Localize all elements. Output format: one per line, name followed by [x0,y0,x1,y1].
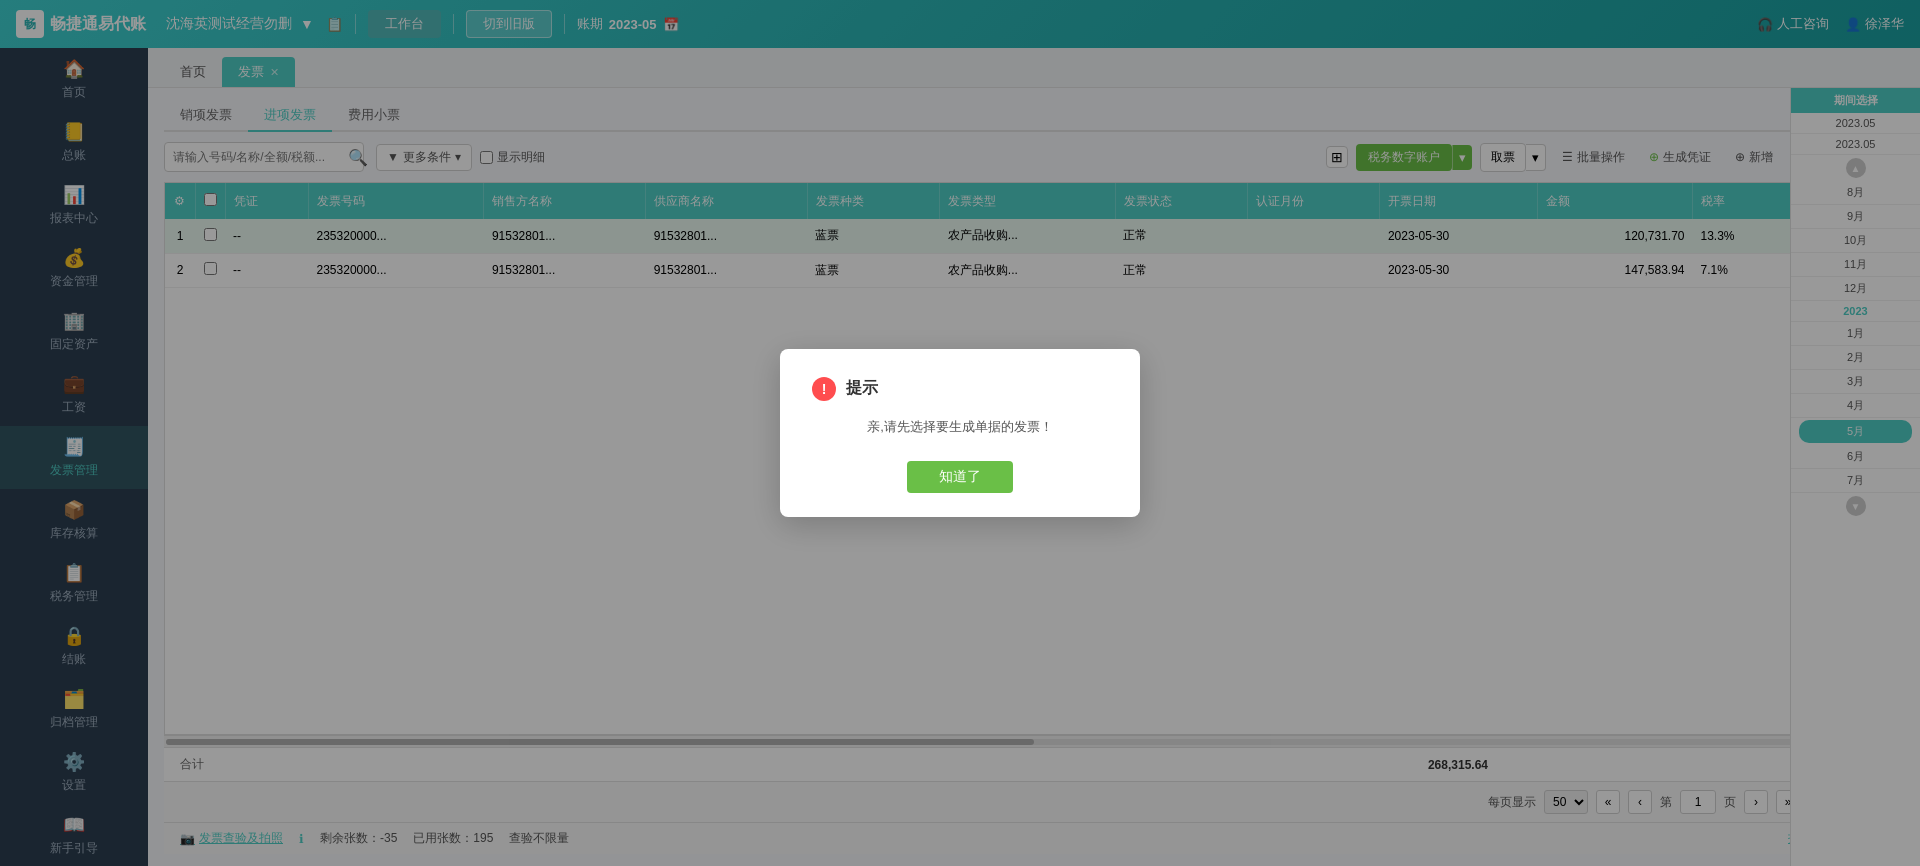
modal-dialog: ! 提示 亲,请先选择要生成单据的发票！ 知道了 [780,349,1140,518]
modal-footer: 知道了 [812,461,1108,493]
modal-title: 提示 [846,378,878,399]
modal-title-row: ! 提示 [812,377,1108,401]
warning-icon: ! [812,377,836,401]
modal-message: 亲,请先选择要生成单据的发票！ [812,417,1108,438]
modal-confirm-btn[interactable]: 知道了 [907,461,1013,493]
modal-overlay[interactable]: ! 提示 亲,请先选择要生成单据的发票！ 知道了 [0,0,1920,866]
